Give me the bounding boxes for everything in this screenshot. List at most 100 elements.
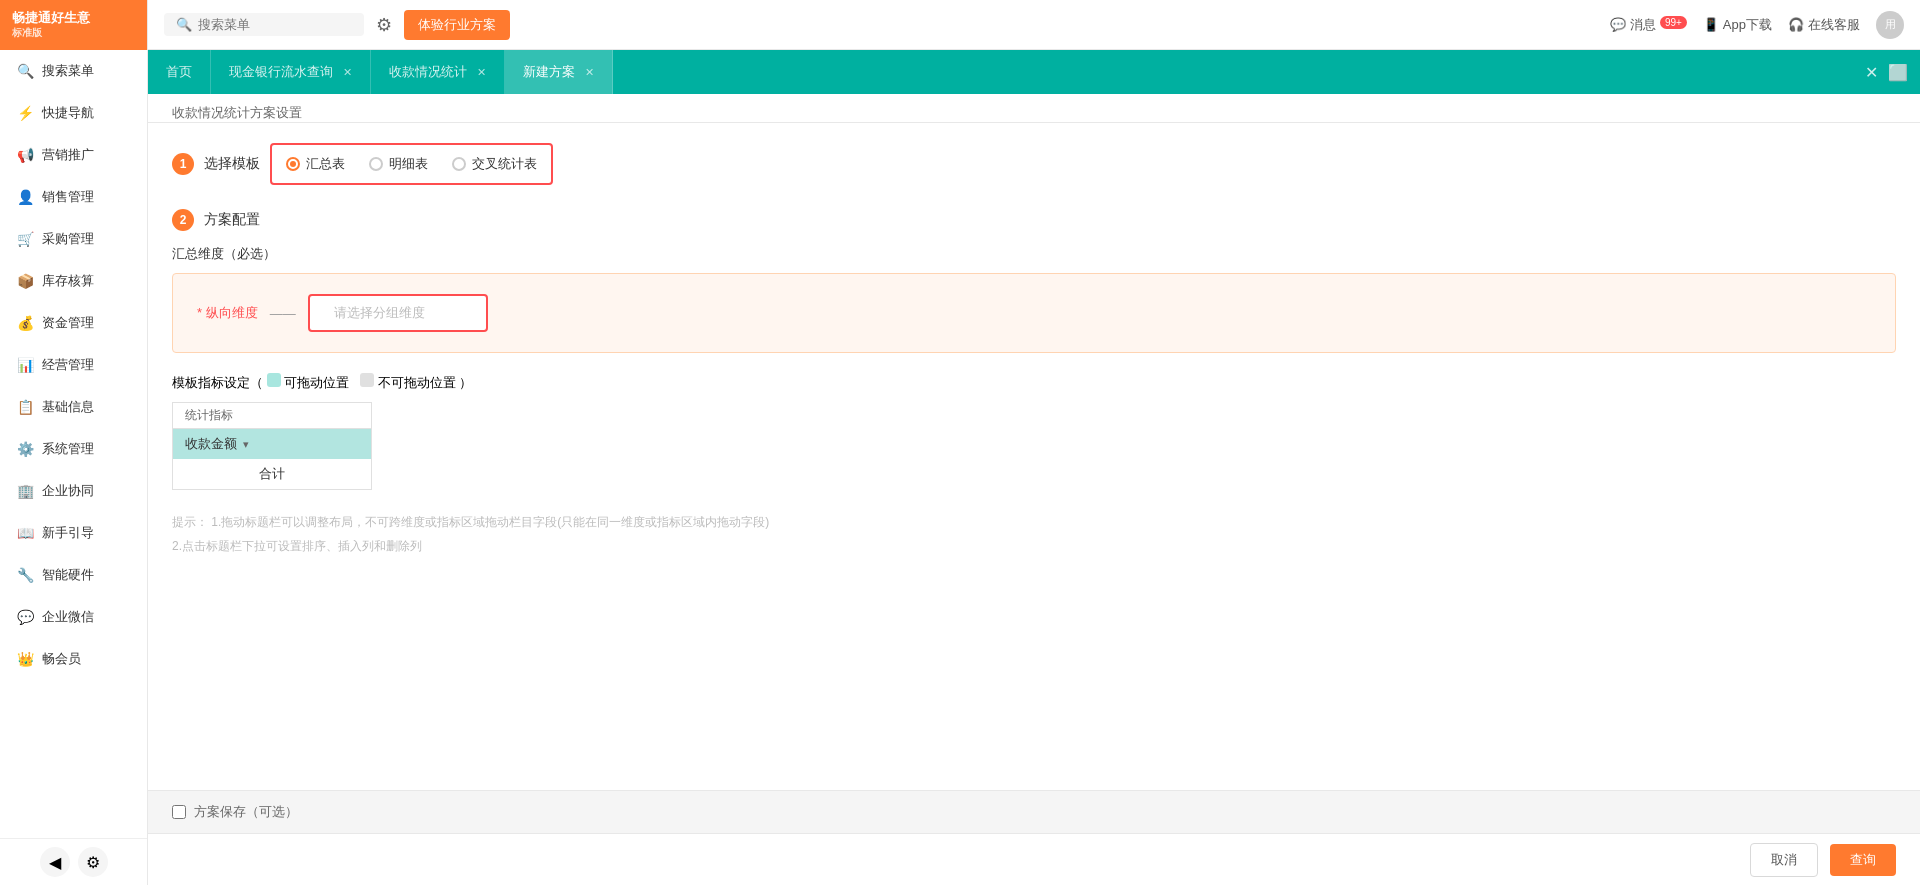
dimension-arrow: —— (270, 306, 296, 321)
sidebar-item-marketing[interactable]: 📢 营销推广 (0, 134, 147, 176)
service-item[interactable]: 🎧 在线客服 (1788, 16, 1860, 34)
tab-cashflow[interactable]: 现金银行流水查询 ✕ (211, 50, 371, 94)
message-badge: 99+ (1660, 16, 1687, 29)
download-label: App下载 (1723, 16, 1772, 34)
metrics-section: 模板指标设定（ 可拖动位置 不可拖动位置 ） 统计指标 (172, 373, 1896, 490)
dimension-subtitle: 汇总维度（必选） (172, 245, 1896, 263)
avatar[interactable]: 用 (1876, 11, 1904, 39)
sidebar-item-basic[interactable]: 📋 基础信息 (0, 386, 147, 428)
tip2-text: 2.点击标题栏下拉可设置排序、插入列和删除列 (172, 534, 422, 558)
search-icon: 🔍 (176, 17, 192, 32)
sidebar-logo: 畅捷通好生意 标准版 (0, 0, 147, 50)
sidebar-nav: 🔍 搜索菜单 ⚡ 快捷导航 📢 营销推广 👤 销售管理 🛒 采购管理 📦 库存核… (0, 50, 147, 838)
page-content: 收款情况统计方案设置 1 选择模板 汇总表 明细表 (148, 94, 1920, 833)
cancel-button[interactable]: 取消 (1750, 843, 1818, 877)
download-icon: 📱 (1703, 17, 1719, 32)
sidebar: 畅捷通好生意 标准版 🔍 搜索菜单 ⚡ 快捷导航 📢 营销推广 👤 销售管理 🛒… (0, 0, 148, 885)
tips-section: 提示： 1.拖动标题栏可以调整布局，不可跨维度或指标区域拖动栏目字段(只能在同一… (172, 510, 1896, 558)
step2-badge: 2 (172, 209, 194, 231)
config-section: 汇总维度（必选） * 纵向维度 —— 请选择分组维度 模板指标设定（ (172, 245, 1896, 558)
metrics-dropdown-icon[interactable]: ▾ (243, 438, 249, 451)
sidebar-item-inventory[interactable]: 📦 库存核算 (0, 260, 147, 302)
hardware-icon: 🔧 (16, 566, 34, 584)
sidebar-expand-btn[interactable]: ◀ (40, 847, 70, 877)
radio-summary[interactable]: 汇总表 (286, 155, 345, 173)
enterprise-icon: 🏢 (16, 482, 34, 500)
dimension-row: * 纵向维度 —— 请选择分组维度 (197, 294, 1871, 332)
tab-receipt-close[interactable]: ✕ (477, 66, 486, 79)
step1-title: 选择模板 (204, 155, 260, 173)
header-bar: 🔍 ⚙ 体验行业方案 💬 消息 99+ 📱 App下载 🎧 在线客服 用 (148, 0, 1920, 50)
metrics-setting-label: 模板指标设定（ 可拖动位置 不可拖动位置 ） (172, 373, 472, 392)
sidebar-settings-btn[interactable]: ⚙ (78, 847, 108, 877)
dimension-select[interactable]: 请选择分组维度 (308, 294, 488, 332)
radio-cross[interactable]: 交叉统计表 (452, 155, 537, 173)
tab-close-window-btn[interactable]: ✕ (1865, 63, 1878, 82)
gear-icon[interactable]: ⚙ (376, 14, 392, 36)
sidebar-bottom: ◀ ⚙ (0, 838, 147, 885)
step2-header: 2 方案配置 (172, 209, 1896, 231)
search-nav-icon: 🔍 (16, 62, 34, 80)
save-checkbox[interactable] (172, 805, 186, 819)
sidebar-item-finance[interactable]: 💰 资金管理 (0, 302, 147, 344)
metrics-total-row: 合计 (173, 459, 371, 489)
try-industry-button[interactable]: 体验行业方案 (404, 10, 510, 40)
download-item[interactable]: 📱 App下载 (1703, 16, 1772, 34)
tab-cashflow-label: 现金银行流水查询 (229, 63, 333, 81)
sidebar-item-label: 新手引导 (42, 524, 94, 542)
sidebar-item-hardware[interactable]: 🔧 智能硬件 (0, 554, 147, 596)
tip1-text: 提示： 1.拖动标题栏可以调整布局，不可跨维度或指标区域拖动栏目字段(只能在同一… (172, 510, 769, 534)
vertical-dimension-label: * 纵向维度 (197, 304, 258, 322)
radio-detail-circle (369, 157, 383, 171)
step2-section: 2 方案配置 汇总维度（必选） * 纵向维度 —— 请选择分组维度 (172, 209, 1896, 558)
tab-maximize-btn[interactable]: ⬜ (1888, 63, 1908, 82)
save-label: 方案保存（可选） (194, 803, 298, 821)
sidebar-item-enterprise[interactable]: 🏢 企业协同 (0, 470, 147, 512)
tab-receipt[interactable]: 收款情况统计 ✕ (371, 50, 505, 94)
radio-detail-label: 明细表 (389, 155, 428, 173)
wechat-icon: 💬 (16, 608, 34, 626)
step1-badge: 1 (172, 153, 194, 175)
sidebar-item-label: 搜索菜单 (42, 62, 94, 80)
edition-label: 标准版 (12, 26, 90, 40)
metrics-section-label: 统计指标 (173, 403, 371, 429)
sidebar-item-purchase[interactable]: 🛒 采购管理 (0, 218, 147, 260)
message-item[interactable]: 💬 消息 99+ (1610, 16, 1687, 34)
sidebar-item-wechat[interactable]: 💬 企业微信 (0, 596, 147, 638)
quick-nav-icon: ⚡ (16, 104, 34, 122)
sidebar-item-label: 企业协同 (42, 482, 94, 500)
metrics-col-label: 收款金额 (185, 435, 237, 453)
sidebar-item-system[interactable]: ⚙️ 系统管理 (0, 428, 147, 470)
step2-title: 方案配置 (204, 211, 260, 229)
tab-new-plan-close[interactable]: ✕ (585, 66, 594, 79)
radio-summary-circle (286, 157, 300, 171)
tab-receipt-label: 收款情况统计 (389, 63, 467, 81)
tab-home[interactable]: 首页 (148, 50, 211, 94)
radio-summary-label: 汇总表 (306, 155, 345, 173)
tab-cashflow-close[interactable]: ✕ (343, 66, 352, 79)
sidebar-item-member[interactable]: 👑 畅会员 (0, 638, 147, 680)
metrics-col-header[interactable]: 收款金额 ▾ (173, 429, 371, 459)
sidebar-item-sales[interactable]: 👤 销售管理 (0, 176, 147, 218)
sidebar-item-quick[interactable]: ⚡ 快捷导航 (0, 92, 147, 134)
tip-line-1: 提示： 1.拖动标题栏可以调整布局，不可跨维度或指标区域拖动栏目字段(只能在同一… (172, 510, 1896, 534)
radio-detail[interactable]: 明细表 (369, 155, 428, 173)
query-button[interactable]: 查询 (1830, 844, 1896, 876)
sidebar-item-search[interactable]: 🔍 搜索菜单 (0, 50, 147, 92)
sidebar-item-operation[interactable]: 📊 经营管理 (0, 344, 147, 386)
message-icon: 💬 (1610, 17, 1626, 32)
non-draggable-hint-badge (360, 373, 374, 387)
sales-icon: 👤 (16, 188, 34, 206)
search-input[interactable] (198, 17, 358, 32)
step1-section: 1 选择模板 汇总表 明细表 交叉统计表 (172, 143, 1896, 185)
operation-icon: 📊 (16, 356, 34, 374)
header-search-box[interactable]: 🔍 (164, 13, 364, 36)
radio-cross-label: 交叉统计表 (472, 155, 537, 173)
form-area: 1 选择模板 汇总表 明细表 交叉统计表 (148, 123, 1920, 790)
page-title: 收款情况统计方案设置 (172, 105, 302, 120)
bottom-action-bar: 取消 查询 (148, 833, 1920, 885)
tab-new-plan[interactable]: 新建方案 ✕ (505, 50, 613, 94)
template-radio-group: 汇总表 明细表 交叉统计表 (270, 143, 553, 185)
sidebar-item-guide[interactable]: 📖 新手引导 (0, 512, 147, 554)
tabs-right-actions: ✕ ⬜ (1853, 50, 1920, 94)
